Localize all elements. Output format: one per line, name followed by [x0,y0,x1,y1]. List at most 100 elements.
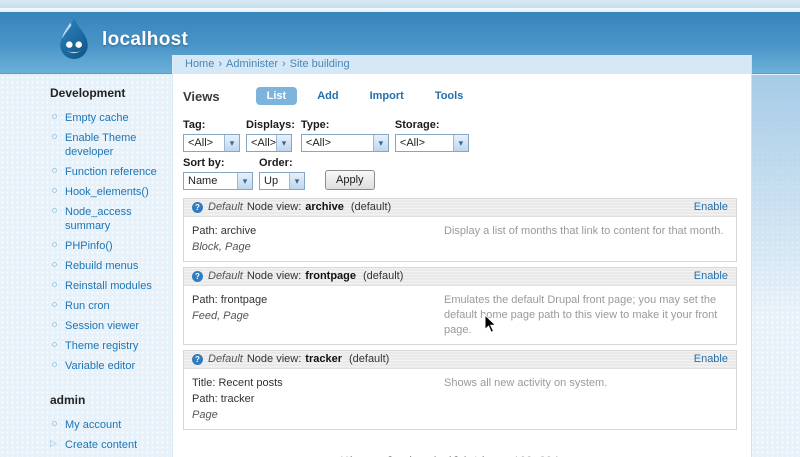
view-details: Title: Recent posts Path: tracker Page [192,375,444,423]
sidebar-link[interactable]: Rebuild menus [65,260,138,272]
view-header: ? Default Node view: tracker (default) E… [184,351,736,369]
sidebar-link[interactable]: My account [65,419,121,431]
view-body: Title: Recent posts Path: tracker Page S… [184,369,736,429]
enable-link[interactable]: Enable [694,270,728,282]
view-body: Path: archive Block, Page Display a list… [184,217,736,261]
storage-filter-select[interactable]: <All> [394,134,469,152]
admin-menu: My account Create content Administer Con… [50,418,165,457]
enable-link[interactable]: Enable [694,353,728,365]
sidebar-item-create-content[interactable]: Create content [50,436,165,452]
view-name: frontpage [305,270,357,282]
view-header: ? Default Node view: archive (default) E… [184,199,736,217]
dropdown-arrow-icon[interactable] [237,173,252,189]
storage-filter-label: Storage: [394,119,440,131]
mouse-cursor [484,314,497,333]
menu-leaf-icon [52,188,57,193]
sidebar-item-rebuild-menus[interactable]: Rebuild menus [51,259,165,273]
view-kind-label: Node view: [246,270,302,282]
view-row-tracker: ? Default Node view: tracker (default) E… [183,350,737,430]
tab-list[interactable]: List [255,87,298,105]
filter-group-displays: Displays: <All> [246,119,295,152]
help-icon[interactable]: ? [192,270,203,282]
view-kind-label: Node view: [246,201,302,213]
right-margin-gradient [752,75,800,315]
help-icon[interactable]: ? [192,353,203,365]
sidebar-link[interactable]: Enable Theme developer [65,132,136,158]
sidebar-link[interactable]: Node_access summary [65,206,132,232]
site-name: localhost [102,29,189,50]
view-name: archive [305,201,344,213]
views-filters: Tag: <All> Displays: <All> Type: [183,119,737,190]
tab-add[interactable]: Add [306,87,349,105]
apply-button[interactable]: Apply [325,170,375,190]
sidebar-item-run-cron[interactable]: Run cron [51,299,165,313]
development-menu: Empty cache Enable Theme developer Funct… [51,111,165,373]
sidebar-link[interactable]: Hook_elements() [65,186,149,198]
sidebar-link[interactable]: Function reference [65,166,157,178]
sort-by-select[interactable]: Name [183,172,253,190]
menu-leaf-icon [52,322,57,327]
filter-group-type: Type: <All> [300,119,389,152]
displays-filter-select[interactable]: <All> [246,134,292,152]
view-title-line: Title: Recent posts [192,377,283,389]
breadcrumb-separator: › [218,58,223,70]
help-icon[interactable]: ? [192,201,203,213]
tab-tools[interactable]: Tools [424,87,475,105]
sidebar-link[interactable]: Reinstall modules [65,280,152,292]
views-tabs: List Add Import Tools [255,87,484,105]
view-path-line: Path: archive [192,225,257,237]
order-value: Up [264,175,279,187]
view-path-line: Path: tracker [192,393,255,405]
sidebar-item-function-reference[interactable]: Function reference [51,165,165,179]
sidebar-item-phpinfo[interactable]: PHPinfo() [51,239,165,253]
view-row-frontpage: ? Default Node view: frontpage (default)… [183,267,737,345]
view-default-suffix: (default) [348,353,390,365]
sidebar-item-enable-theme-developer[interactable]: Enable Theme developer [51,131,165,159]
sidebar-item-session-viewer[interactable]: Session viewer [51,319,165,333]
sidebar-link[interactable]: PHPinfo() [65,240,113,252]
tag-filter-select[interactable]: <All> [183,134,240,152]
breadcrumb-administer-link[interactable]: Administer [226,58,278,70]
sidebar-item-empty-cache[interactable]: Empty cache [51,111,165,125]
dropdown-arrow-icon[interactable] [289,173,304,189]
filter-group-storage: Storage: <All> [394,119,469,152]
sidebar-item-hook-elements[interactable]: Hook_elements() [51,185,165,199]
menu-leaf-icon [52,421,57,426]
sidebar-item-node-access-summary[interactable]: Node_access summary [51,205,165,233]
dropdown-arrow-icon[interactable] [276,135,291,151]
order-select[interactable]: Up [259,172,305,190]
menu-leaf-icon [52,242,57,247]
displays-filter-value: <All> [251,137,276,149]
breadcrumb-separator: › [281,58,286,70]
tab-import[interactable]: Import [359,87,415,105]
sidebar-link[interactable]: Session viewer [65,320,139,332]
dropdown-arrow-icon[interactable] [452,135,468,151]
dropdown-arrow-icon[interactable] [224,135,239,151]
order-label: Order: [259,157,293,169]
dropdown-arrow-icon[interactable] [372,135,388,151]
sidebar-link[interactable]: Empty cache [65,112,129,124]
enable-link[interactable]: Enable [694,201,728,213]
sidebar-item-variable-editor[interactable]: Variable editor [51,359,165,373]
breadcrumb-home-link[interactable]: Home [185,58,214,70]
storage-filter-value: <All> [399,137,425,149]
sidebar-item-reinstall-modules[interactable]: Reinstall modules [51,279,165,293]
sidebar-item-my-account[interactable]: My account [51,418,165,432]
menu-leaf-icon [52,134,57,139]
view-displays-line: Block, Page [192,241,251,253]
page-content: Views List Add Import Tools Tag: <All> D… [173,74,751,457]
sidebar-link[interactable]: Run cron [65,300,110,312]
sidebar-item-theme-registry[interactable]: Theme registry [51,339,165,353]
menu-leaf-icon [52,168,57,173]
sidebar-link[interactable]: Theme registry [65,340,138,352]
view-displays-line: Page [192,409,218,421]
sidebar-link[interactable]: Create content [65,439,137,451]
displays-filter-label: Displays: [246,119,295,131]
menu-leaf-icon [52,362,57,367]
view-name: tracker [305,353,342,365]
sidebar: Development Empty cache Enable Theme dev… [0,82,172,457]
view-details: Path: frontpage Feed, Page [192,292,444,338]
sidebar-link[interactable]: Variable editor [65,360,135,372]
type-filter-select[interactable]: <All> [300,134,389,152]
sort-by-value: Name [188,175,218,187]
